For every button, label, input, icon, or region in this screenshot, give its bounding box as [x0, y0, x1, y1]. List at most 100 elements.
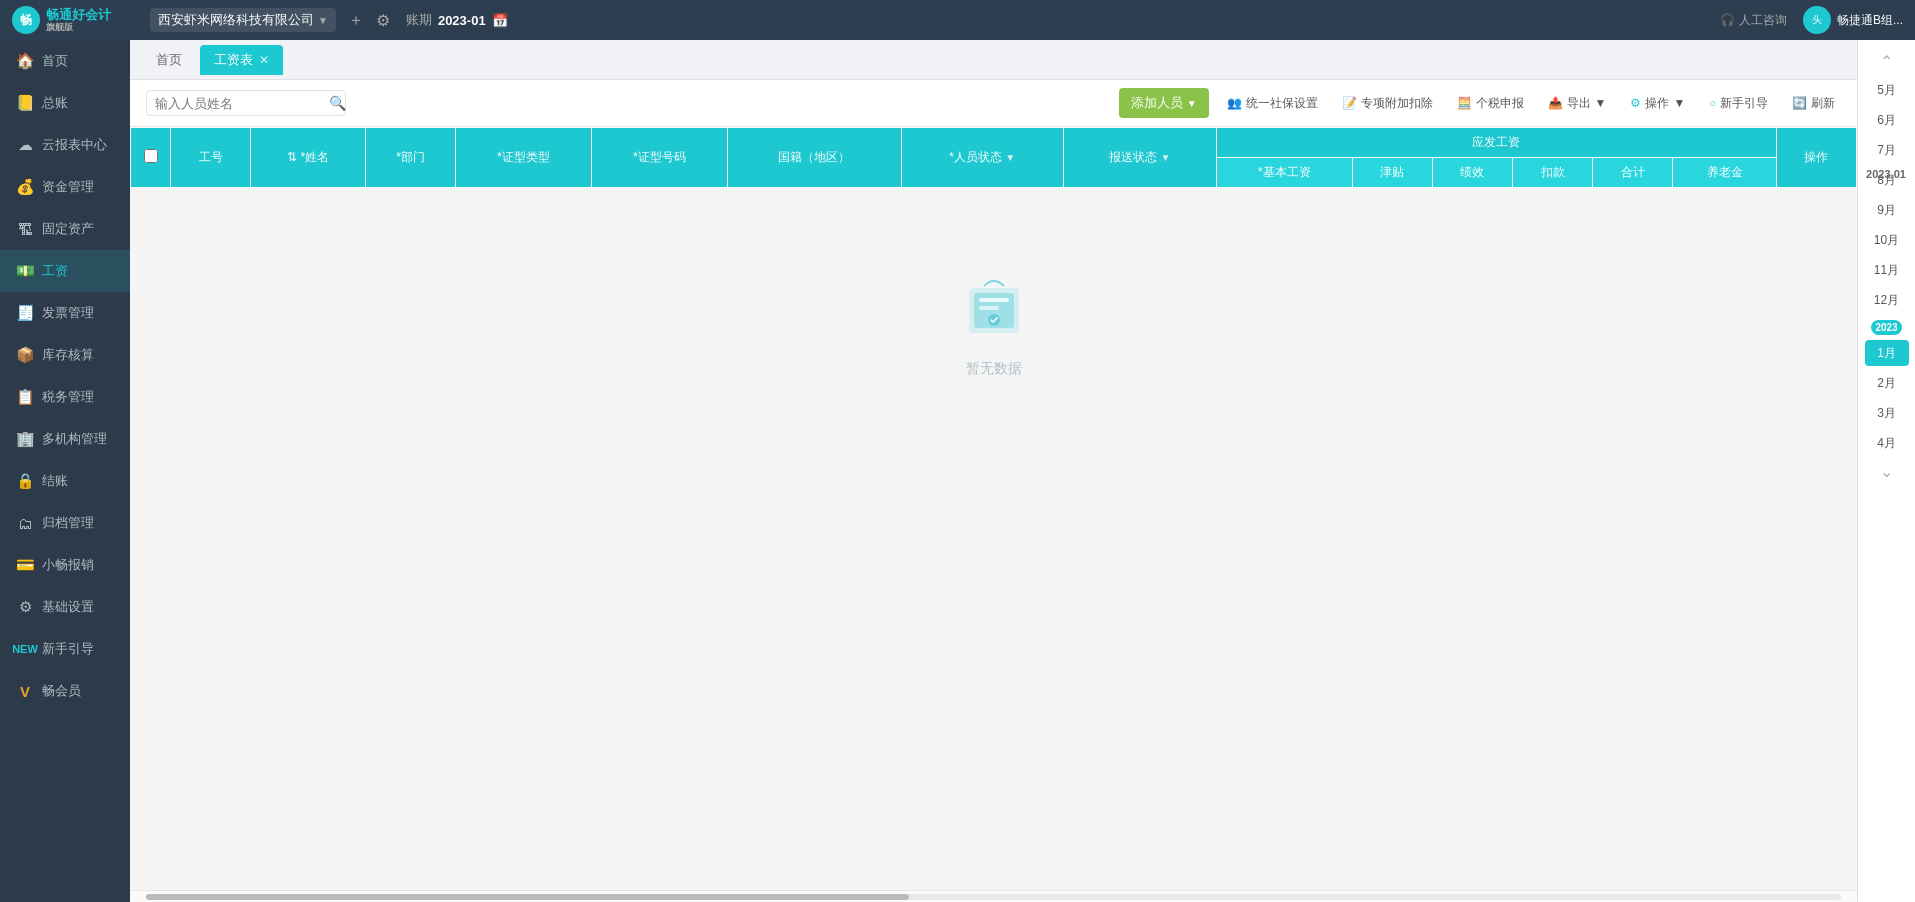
operations-action[interactable]: ⚙ 操作 ▼ [1624, 91, 1691, 116]
sidebar-item-cloud-report[interactable]: ☁ 云报表中心 [0, 124, 130, 166]
search-input[interactable] [155, 96, 323, 111]
year-2023-badge: 2023 [1871, 320, 1901, 335]
sidebar-label-inventory: 库存核算 [42, 346, 94, 364]
top-header: 畅 畅通好会计 旗舰版 西安虾米网络科技有限公司 ▼ ＋ ⚙ 账期 2023-0… [0, 0, 1915, 40]
sidebar-item-inventory[interactable]: 📦 库存核算 [0, 334, 130, 376]
sidebar-item-member[interactable]: V 畅会员 [0, 670, 130, 712]
th-total: 合计 [1593, 158, 1673, 188]
refresh-label: 刷新 [1811, 95, 1835, 112]
report-status-filter-icon[interactable]: ▼ [1160, 152, 1170, 163]
sidebar-item-settings[interactable]: ⚙ 基础设置 [0, 586, 130, 628]
search-icon[interactable]: 🔍 [329, 95, 346, 111]
account-period: 账期 2023-01 📅 [406, 11, 508, 29]
personal-tax-action[interactable]: 🧮 个税申报 [1451, 91, 1530, 116]
expense-icon: 💳 [16, 556, 34, 574]
sidebar-item-guide[interactable]: NEW 新手引导 [0, 628, 130, 670]
company-selector[interactable]: 西安虾米网络科技有限公司 ▼ [150, 8, 336, 32]
th-nationality: 国籍（地区） [727, 128, 901, 188]
member-icon: V [16, 682, 34, 700]
support-button[interactable]: 🎧 人工咨询 [1720, 12, 1787, 29]
period-value: 2023-01 [438, 13, 486, 28]
period-label: 账期 [406, 11, 432, 29]
avatar-icon: 头 [1803, 6, 1831, 34]
calendar-icon[interactable]: 📅 [492, 13, 508, 28]
sidebar-label-ledger: 总账 [42, 94, 68, 112]
sidebar-item-salary[interactable]: 💵 工资 [0, 250, 130, 292]
sidebar-label-assets: 固定资产 [42, 220, 94, 238]
sidebar-label-close: 结账 [42, 472, 68, 490]
user-name: 畅捷通B组... [1837, 12, 1903, 29]
sidebar-item-tax[interactable]: 📋 税务管理 [0, 376, 130, 418]
th-name: ⇅ *姓名 [251, 128, 366, 188]
month-item-4[interactable]: 4月 [1865, 430, 1909, 456]
operations-label: 操作 [1645, 95, 1669, 112]
sort-icon[interactable]: ⇅ [287, 150, 297, 164]
logo-main-text: 畅通好会计 [46, 7, 111, 23]
scroll-down-button[interactable]: ⌄ [1876, 458, 1897, 485]
sidebar-label-guide: 新手引导 [42, 640, 94, 658]
th-department: *部门 [366, 128, 455, 188]
inventory-icon: 📦 [16, 346, 34, 364]
toolbar: 🔍 添加人员 ▼ 👥 统一社保设置 📝 专项附加扣除 🧮 个税申报 [130, 80, 1857, 127]
month-item-6[interactable]: 6月 [1865, 107, 1909, 133]
sidebar-item-expense[interactable]: 💳 小畅报销 [0, 544, 130, 586]
search-wrap[interactable]: 🔍 [146, 90, 346, 116]
add-person-button[interactable]: 添加人员 ▼ [1119, 88, 1209, 118]
th-cert-type: *证型类型 [455, 128, 591, 188]
extra-deduction-icon: 📝 [1342, 96, 1357, 110]
guide-action[interactable]: ○ 新手引导 [1703, 91, 1774, 116]
select-all-checkbox[interactable] [144, 149, 158, 163]
social-security-label: 统一社保设置 [1246, 95, 1318, 112]
extra-deduction-label: 专项附加扣除 [1361, 95, 1433, 112]
sidebar-label-invoice: 发票管理 [42, 304, 94, 322]
settings-icon[interactable]: ⚙ [376, 11, 390, 30]
bottom-scrollbar-thumb[interactable] [146, 894, 909, 900]
export-action[interactable]: 📤 导出 ▼ [1542, 91, 1613, 116]
tab-salary-close[interactable]: ✕ [259, 53, 269, 67]
fund-icon: 💰 [16, 178, 34, 196]
th-pension: 养老金 [1673, 158, 1777, 188]
month-item-3[interactable]: 3月 [1865, 400, 1909, 426]
user-profile[interactable]: 头 畅捷通B组... [1803, 6, 1903, 34]
sidebar-item-archive[interactable]: 🗂 归档管理 [0, 502, 130, 544]
sidebar-item-ledger[interactable]: 📒 总账 [0, 82, 130, 124]
header-right: 🎧 人工咨询 头 畅捷通B组... [1720, 6, 1903, 34]
th-employee-id: 工号 [171, 128, 251, 188]
month-item-10[interactable]: 10月 [1865, 227, 1909, 253]
personal-tax-label: 个税申报 [1476, 95, 1524, 112]
sidebar-item-invoice[interactable]: 🧾 发票管理 [0, 292, 130, 334]
th-checkbox[interactable] [131, 128, 171, 188]
person-status-filter-icon[interactable]: ▼ [1005, 152, 1015, 163]
th-cert-no: *证型号码 [591, 128, 727, 188]
svg-rect-3 [979, 306, 999, 310]
sidebar-item-multi-org[interactable]: 🏢 多机构管理 [0, 418, 130, 460]
logo-sub-text: 旗舰版 [46, 22, 111, 33]
extra-deduction-action[interactable]: 📝 专项附加扣除 [1336, 91, 1439, 116]
month-item-11[interactable]: 11月 [1865, 257, 1909, 283]
sidebar-item-assets[interactable]: 🏗 固定资产 [0, 208, 130, 250]
bottom-scrollbar-track[interactable] [146, 894, 1841, 900]
sidebar-item-close[interactable]: 🔒 结账 [0, 460, 130, 502]
month-item-2[interactable]: 2月 [1865, 370, 1909, 396]
social-security-action[interactable]: 👥 统一社保设置 [1221, 91, 1324, 116]
month-item-5[interactable]: 5月 [1865, 77, 1909, 103]
refresh-icon: 🔄 [1792, 96, 1807, 110]
month-item-7[interactable]: 7月 [1865, 137, 1909, 163]
tax-icon: 📋 [16, 388, 34, 406]
company-dropdown-arrow: ▼ [318, 15, 328, 26]
tab-home[interactable]: 首页 [142, 45, 196, 75]
add-company-icon[interactable]: ＋ [348, 10, 364, 31]
scroll-up-button[interactable]: ⌃ [1876, 48, 1897, 75]
month-item-12[interactable]: 12月 [1865, 287, 1909, 313]
sidebar-label-home: 首页 [42, 52, 68, 70]
month-item-1[interactable]: 1月 [1865, 340, 1909, 366]
sidebar-item-home[interactable]: 🏠 首页 [0, 40, 130, 82]
month-item-9[interactable]: 9月 [1865, 197, 1909, 223]
refresh-action[interactable]: 🔄 刷新 [1786, 91, 1841, 116]
guide-btn-icon: ○ [1709, 97, 1716, 109]
svg-rect-2 [979, 298, 1009, 302]
tab-salary[interactable]: 工资表 ✕ [200, 45, 283, 75]
sidebar-item-fund[interactable]: 💰 资金管理 [0, 166, 130, 208]
th-person-status: *人员状态 ▼ [901, 128, 1063, 188]
close-period-icon: 🔒 [16, 472, 34, 490]
